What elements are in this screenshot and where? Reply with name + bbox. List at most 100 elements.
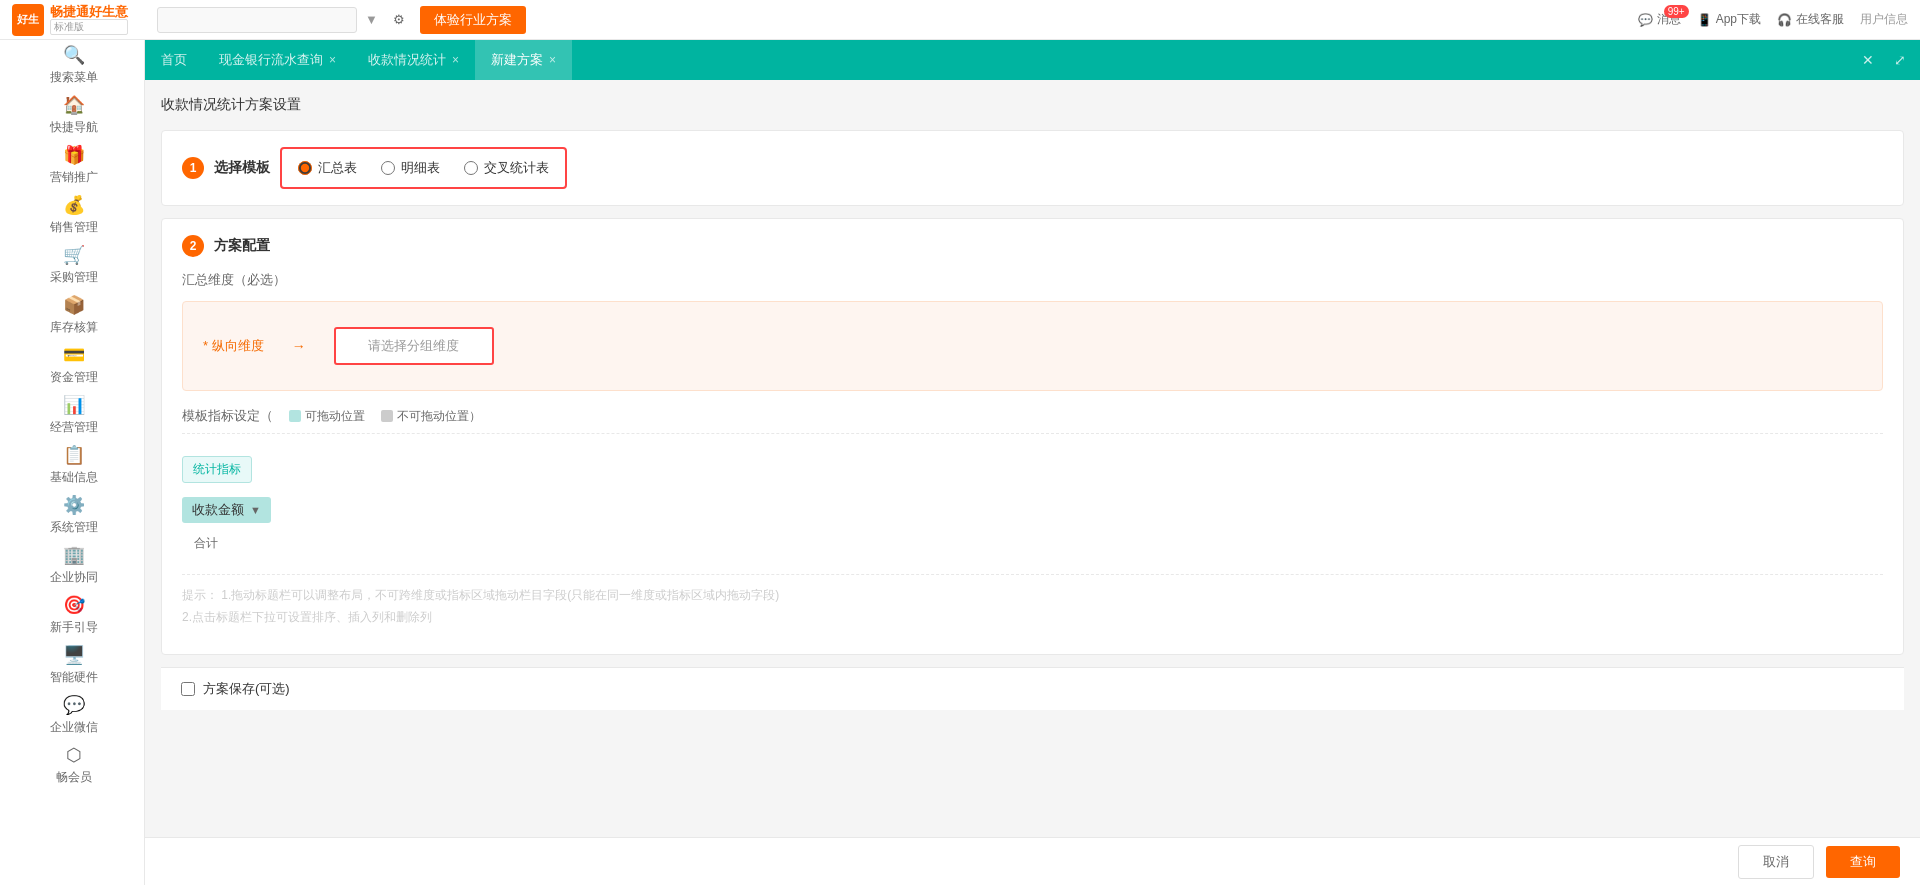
tab-bank-flow[interactable]: 现金银行流水查询 ×: [203, 40, 352, 80]
tab-bank-flow-label: 现金银行流水查询: [219, 51, 323, 69]
cancel-button[interactable]: 取消: [1738, 845, 1814, 879]
sidebar-item-quick-nav[interactable]: 🏠 快捷导航: [0, 90, 144, 140]
radio-detail[interactable]: 明细表: [381, 159, 440, 177]
industry-button[interactable]: 体验行业方案: [420, 6, 526, 34]
page-title: 收款情况统计方案设置: [161, 96, 1904, 114]
marketing-icon: 🎁: [63, 144, 85, 166]
sidebar-label-basic-info: 基础信息: [50, 469, 98, 486]
message-icon: 💬: [1638, 13, 1653, 27]
wechat-icon: 💬: [63, 694, 85, 716]
guide-icon: 🎯: [63, 594, 85, 616]
metric-tag-arrow-icon: ▼: [250, 504, 261, 516]
online-service-item[interactable]: 🎧 在线客服: [1777, 11, 1844, 28]
dim-select-box[interactable]: 请选择分组维度: [334, 327, 494, 365]
notice-item[interactable]: 💬 消息 99+: [1638, 11, 1681, 28]
step1-badge: 1: [182, 157, 204, 179]
top-right-area: 💬 消息 99+ 📱 App下载 🎧 在线客服 用户信息: [1638, 11, 1908, 28]
notice-badge: 99+: [1664, 5, 1689, 18]
metrics-title: 模板指标设定（: [182, 407, 273, 425]
metric-tags-row: 收款金额 ▼: [182, 497, 1883, 527]
content-area: 首页 现金银行流水查询 × 收款情况统计 × 新建方案 × ✕ ⤢ 收款情况统计…: [145, 40, 1920, 885]
logo-icon: 好生: [12, 4, 44, 36]
sidebar-item-purchase[interactable]: 🛒 采购管理: [0, 240, 144, 290]
radio-summary-label: 汇总表: [318, 159, 357, 177]
inventory-icon: 📦: [63, 294, 85, 316]
tab-right-controls: ✕ ⤢: [1856, 48, 1920, 72]
dropdown-arrow-icon[interactable]: ▼: [365, 12, 378, 27]
tab-new-plan-close[interactable]: ×: [549, 53, 556, 67]
purchase-icon: 🛒: [63, 244, 85, 266]
metric-tag-receipt[interactable]: 收款金额 ▼: [182, 497, 271, 523]
radio-summary[interactable]: 汇总表: [298, 159, 357, 177]
sidebar-item-guide[interactable]: 🎯 新手引导: [0, 590, 144, 640]
tab-bank-flow-close[interactable]: ×: [329, 53, 336, 67]
step2-badge: 2: [182, 235, 204, 257]
sidebar-label-guide: 新手引导: [50, 619, 98, 636]
sidebar-label-smart-hardware: 智能硬件: [50, 669, 98, 686]
query-button[interactable]: 查询: [1826, 846, 1900, 878]
save-label: 方案保存(可选): [203, 680, 290, 698]
sidebar-item-sales[interactable]: 💰 销售管理: [0, 190, 144, 240]
sidebar-item-smart-hardware[interactable]: 🖥️ 智能硬件: [0, 640, 144, 690]
metrics-area: 统计指标 收款金额 ▼ 合计: [182, 446, 1883, 566]
tab-close-btn[interactable]: ✕: [1856, 48, 1880, 72]
logo-area: 好生 畅捷通好生意 标准版: [12, 4, 157, 36]
logo-badge: 标准版: [50, 19, 128, 35]
gear-icon[interactable]: ⚙: [386, 7, 412, 33]
sidebar-item-operation[interactable]: 📊 经营管理: [0, 390, 144, 440]
sidebar-item-marketing[interactable]: 🎁 营销推广: [0, 140, 144, 190]
sales-icon: 💰: [63, 194, 85, 216]
sidebar-item-wechat[interactable]: 💬 企业微信: [0, 690, 144, 740]
service-icon: 🎧: [1777, 13, 1792, 27]
app-download-item[interactable]: 📱 App下载: [1697, 11, 1761, 28]
sidebar-label-member: 畅会员: [56, 769, 92, 786]
dimension-title: 汇总维度（必选）: [182, 271, 1883, 289]
legend-draggable-label: 可拖动位置: [305, 408, 365, 425]
sidebar-label-sales: 销售管理: [50, 219, 98, 236]
app-icon: 📱: [1697, 13, 1712, 27]
step2-label: 方案配置: [214, 237, 270, 255]
step1-section: 1 选择模板 汇总表 明细表: [161, 130, 1904, 206]
sidebar-item-inventory[interactable]: 📦 库存核算: [0, 290, 144, 340]
step2-section: 2 方案配置 汇总维度（必选） * 纵向维度 → 请选择分组维度 模板指标设定（: [161, 218, 1904, 655]
online-service-label: 在线客服: [1796, 11, 1844, 28]
logo-text: 畅捷通好生意: [50, 4, 128, 20]
radio-cross[interactable]: 交叉统计表: [464, 159, 549, 177]
app-download-label: App下载: [1716, 11, 1761, 28]
tab-new-plan[interactable]: 新建方案 ×: [475, 40, 572, 80]
sidebar-label-wechat: 企业微信: [50, 719, 98, 736]
tab-receipt-stat-close[interactable]: ×: [452, 53, 459, 67]
sidebar-item-basic-info[interactable]: 📋 基础信息: [0, 440, 144, 490]
metrics-header: 模板指标设定（ 可拖动位置 不可拖动位置）: [182, 407, 1883, 434]
tab-new-plan-label: 新建方案: [491, 51, 543, 69]
metrics-group-label: 统计指标: [182, 456, 252, 483]
tab-expand-btn[interactable]: ⤢: [1888, 48, 1912, 72]
tab-home[interactable]: 首页: [145, 51, 203, 69]
search-menu-icon: 🔍: [63, 44, 85, 66]
sidebar-label-marketing: 营销推广: [50, 169, 98, 186]
sidebar-label-quick-nav: 快捷导航: [50, 119, 98, 136]
user-info: 用户信息: [1860, 11, 1908, 28]
radio-detail-input[interactable]: [381, 161, 395, 175]
sidebar-label-operation: 经营管理: [50, 419, 98, 436]
top-bar: 好生 畅捷通好生意 标准版 ▼ ⚙ 体验行业方案 💬 消息 99+ 📱 App下…: [0, 0, 1920, 40]
radio-summary-input[interactable]: [298, 161, 312, 175]
main-container: 🔍 搜索菜单 🏠 快捷导航 🎁 营销推广 💰 销售管理 🛒 采购管理 📦 库存核…: [0, 40, 1920, 885]
operation-icon: 📊: [63, 394, 85, 416]
radio-cross-input[interactable]: [464, 161, 478, 175]
metric-sub-row: 合计: [182, 531, 1883, 556]
sidebar-label-inventory: 库存核算: [50, 319, 98, 336]
radio-detail-label: 明细表: [401, 159, 440, 177]
search-input[interactable]: [157, 7, 357, 33]
save-checkbox[interactable]: [181, 682, 195, 696]
tab-receipt-stat[interactable]: 收款情况统计 ×: [352, 40, 475, 80]
sidebar-item-enterprise[interactable]: 🏢 企业协同: [0, 540, 144, 590]
sidebar-item-search-menu[interactable]: 🔍 搜索菜单: [0, 40, 144, 90]
legend-fixed: 不可拖动位置）: [381, 408, 481, 425]
page-inner: 收款情况统计方案设置 1 选择模板 汇总表: [145, 80, 1920, 726]
sidebar-item-system[interactable]: ⚙️ 系统管理: [0, 490, 144, 540]
sidebar-item-member[interactable]: ⬡ 畅会员: [0, 740, 144, 790]
search-area: ▼ ⚙ 体验行业方案: [157, 6, 1638, 34]
sidebar-item-finance[interactable]: 💳 资金管理: [0, 340, 144, 390]
tab-receipt-stat-label: 收款情况统计: [368, 51, 446, 69]
